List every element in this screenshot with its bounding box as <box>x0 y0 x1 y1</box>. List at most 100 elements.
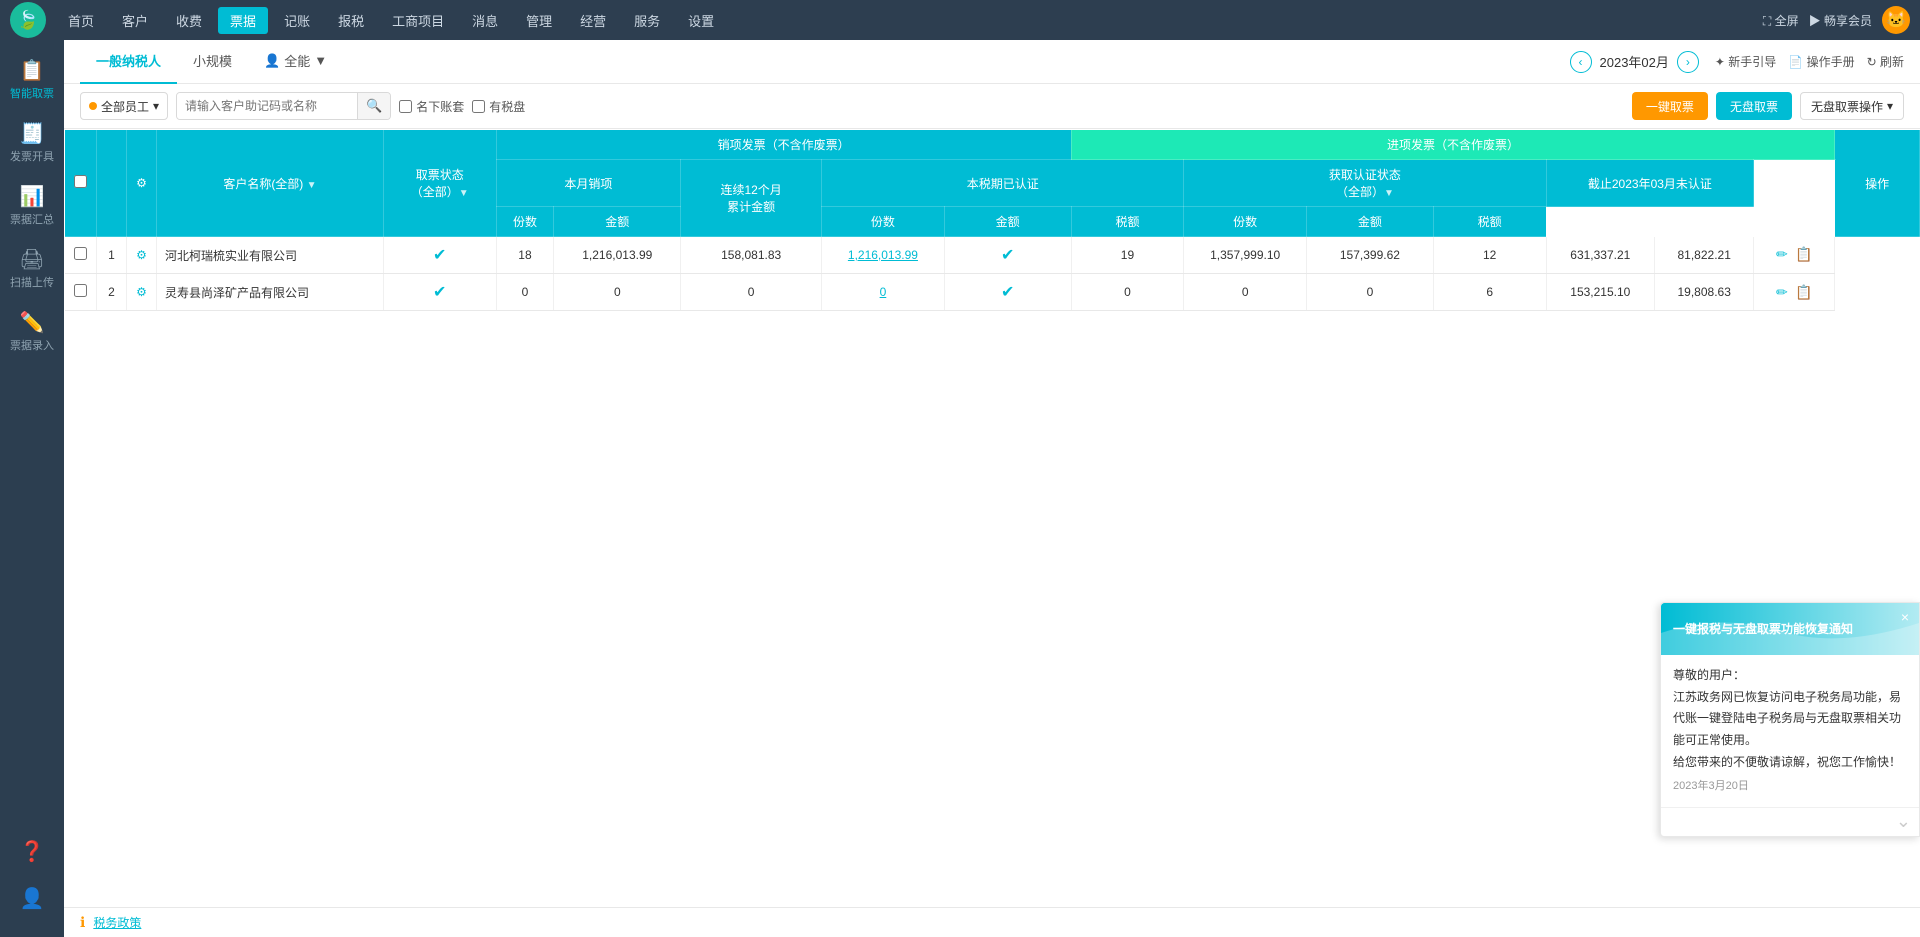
nav-operation[interactable]: 经营 <box>568 7 618 34</box>
row2-select[interactable] <box>74 284 87 297</box>
sidebar: 📋 智能取票 🧾 发票开具 📊 票据汇总 🖨 扫描上传 ✏️ 票据录入 ❓ 👤 <box>0 40 64 937</box>
sub-account-checkbox[interactable] <box>399 100 412 113</box>
row1-uncert-tax: 81,822.21 <box>1655 237 1754 274</box>
row1-select[interactable] <box>74 247 87 260</box>
nav-service[interactable]: 服务 <box>622 7 672 34</box>
main-layout: 📋 智能取票 🧾 发票开具 📊 票据汇总 🖨 扫描上传 ✏️ 票据录入 ❓ 👤 <box>0 40 1920 937</box>
row2-cert-status: ✔ <box>944 274 1071 311</box>
nav-tax[interactable]: 报税 <box>326 7 376 34</box>
tab-all[interactable]: 👤 全能 ▼ <box>248 40 343 84</box>
nav-billing[interactable]: 收费 <box>164 7 214 34</box>
row1-uncert-amount: 631,337.21 <box>1546 237 1655 274</box>
row1-sales-amount: 1,216,013.99 <box>554 237 681 274</box>
row1-cert-status: ✔ <box>944 237 1071 274</box>
notification-title: 一键报税与无盘取票功能恢复通知 <box>1673 621 1873 638</box>
notification-close-btn[interactable]: × <box>1901 609 1909 625</box>
checkbox-tax-disk[interactable]: 有税盘 <box>472 98 525 115</box>
nav-customer[interactable]: 客户 <box>110 7 160 34</box>
checkbox-sub-account[interactable]: 名下账套 <box>399 98 464 115</box>
table-body: 1 ⚙ 河北柯瑞梳实业有限公司 ✔ 18 1,216,013.99 158,08… <box>65 237 1920 311</box>
no-disk-ops-btn[interactable]: 无盘取票操作 ▾ <box>1800 92 1904 120</box>
new-guide-btn[interactable]: ✦ 新手引导 <box>1715 53 1776 70</box>
user-avatar[interactable]: 🐱 <box>1882 6 1910 34</box>
nav-accounts[interactable]: 记账 <box>272 7 322 34</box>
month-prev-btn[interactable]: ‹ <box>1570 51 1592 73</box>
sub-tabs-bar: 一般纳税人 小规模 👤 全能 ▼ ‹ 2023年02月 › ✦ 新手引导 📄 操… <box>64 40 1920 84</box>
notification-scroll-down-btn[interactable]: ⌄ <box>1896 812 1911 830</box>
one-click-fetch-btn[interactable]: 一键取票 <box>1632 92 1708 120</box>
fullscreen-btn[interactable]: ⛶ 全屏 <box>1763 12 1799 29</box>
th-certified: 本税期已认证 <box>822 160 1184 207</box>
logo[interactable]: 🍃 <box>10 2 46 38</box>
row2-uncert-tax: 19,808.63 <box>1655 274 1754 311</box>
th-uncertified: 截止2023年03月未认证 <box>1546 160 1754 207</box>
sidebar-user[interactable]: 👤 <box>4 878 60 921</box>
tax-disk-checkbox[interactable] <box>472 100 485 113</box>
th-customer-name[interactable]: 客户名称(全部) ▼ <box>157 130 384 237</box>
row1-copy-icon[interactable]: 📋 <box>1795 246 1812 262</box>
no-disk-fetch-btn[interactable]: 无盘取票 <box>1716 92 1792 120</box>
tax-disk-label: 有税盘 <box>489 98 525 115</box>
month-next-btn[interactable]: › <box>1677 51 1699 73</box>
sidebar-item-entry[interactable]: ✏️ 票据录入 <box>4 302 60 361</box>
refresh-btn[interactable]: ↻ 刷新 <box>1867 53 1904 70</box>
row1-edit-icon[interactable]: ✏ <box>1776 246 1788 262</box>
notification-date: 2023年3月20日 <box>1673 777 1907 797</box>
employee-filter[interactable]: 全部员工 ▾ <box>80 92 168 120</box>
search-box: 🔍 <box>176 92 391 120</box>
row1-settings[interactable]: ⚙ <box>127 237 157 274</box>
row1-cert-tax: 157,399.62 <box>1307 237 1434 274</box>
search-button[interactable]: 🔍 <box>357 93 390 119</box>
toolbar-right: 一键取票 无盘取票 无盘取票操作 ▾ <box>1632 92 1904 120</box>
nav-settings[interactable]: 设置 <box>676 7 726 34</box>
row2-cert-status-icon: ✔ <box>1001 284 1014 301</box>
info-icon: ℹ <box>80 914 85 931</box>
sidebar-help[interactable]: ❓ <box>4 831 60 874</box>
sidebar-item-issue[interactable]: 🧾 发票开具 <box>4 113 60 172</box>
scan-icon: 🖨 <box>19 247 44 272</box>
th-fetch-status[interactable]: 取票状态（全部）▼ <box>383 130 496 237</box>
sidebar-item-scan[interactable]: 🖨 扫描上传 <box>4 239 60 298</box>
th-cert-tax: 税额 <box>1071 207 1184 237</box>
svg-text:🍃: 🍃 <box>17 9 39 30</box>
row2-edit-icon[interactable]: ✏ <box>1776 284 1788 300</box>
row1-cumulative[interactable]: 1,216,013.99 <box>822 237 945 274</box>
tax-policy-link[interactable]: 税务政策 <box>93 914 141 931</box>
nav-message[interactable]: 消息 <box>460 7 510 34</box>
nav-business[interactable]: 工商项目 <box>380 7 456 34</box>
sub-account-label: 名下账套 <box>416 98 464 115</box>
search-input[interactable] <box>177 93 357 119</box>
row1-cert-amount: 1,357,999.10 <box>1184 237 1307 274</box>
row2-cumulative-link[interactable]: 0 <box>880 285 887 299</box>
row1-cumulative-link[interactable]: 1,216,013.99 <box>848 248 918 262</box>
row2-settings[interactable]: ⚙ <box>127 274 157 311</box>
tab-general[interactable]: 一般纳税人 <box>80 40 177 84</box>
row2-name: 灵寿县尚泽矿产品有限公司 <box>157 274 384 311</box>
select-all-checkbox[interactable] <box>74 175 87 188</box>
row2-cert-count: 0 <box>1071 274 1184 311</box>
row1-sales-count: 18 <box>496 237 554 274</box>
tab-general-label: 一般纳税人 <box>96 51 161 70</box>
sidebar-label-scan: 扫描上传 <box>10 274 54 290</box>
row2-uncert-amount: 153,215.10 <box>1546 274 1655 311</box>
sidebar-label-issue: 发票开具 <box>10 148 54 164</box>
employee-filter-label: 全部员工 <box>101 98 149 115</box>
th-cert-status-col[interactable]: 获取认证状态（全部）▼ <box>1184 160 1546 207</box>
manual-btn[interactable]: 📄 操作手册 <box>1788 53 1854 70</box>
nav-home[interactable]: 首页 <box>56 7 106 34</box>
th-cumulative: 连续12个月累计金额 <box>681 160 822 237</box>
nav-invoice[interactable]: 票据 <box>218 7 268 34</box>
header-row-1: ⚙ 客户名称(全部) ▼ 取票状态（全部）▼ 销项发票（不含作废票） 进项发票（… <box>65 130 1920 160</box>
th-sales-group: 销项发票（不含作废票） <box>496 130 1071 160</box>
table-container: ⚙ 客户名称(全部) ▼ 取票状态（全部）▼ 销项发票（不含作废票） 进项发票（… <box>64 129 1920 907</box>
row2-copy-icon[interactable]: 📋 <box>1795 284 1812 300</box>
nav-manage[interactable]: 管理 <box>514 7 564 34</box>
sidebar-label-entry: 票据录入 <box>10 337 54 353</box>
tab-small[interactable]: 小规模 <box>177 40 248 84</box>
row1-checkbox[interactable] <box>65 237 97 274</box>
row2-checkbox[interactable] <box>65 274 97 311</box>
issue-icon: 🧾 <box>20 121 45 146</box>
sidebar-item-summary[interactable]: 📊 票据汇总 <box>4 176 60 235</box>
sidebar-item-smart-fetch[interactable]: 📋 智能取票 <box>4 50 60 109</box>
member-btn[interactable]: ▶ 畅享会员 <box>1809 12 1872 29</box>
